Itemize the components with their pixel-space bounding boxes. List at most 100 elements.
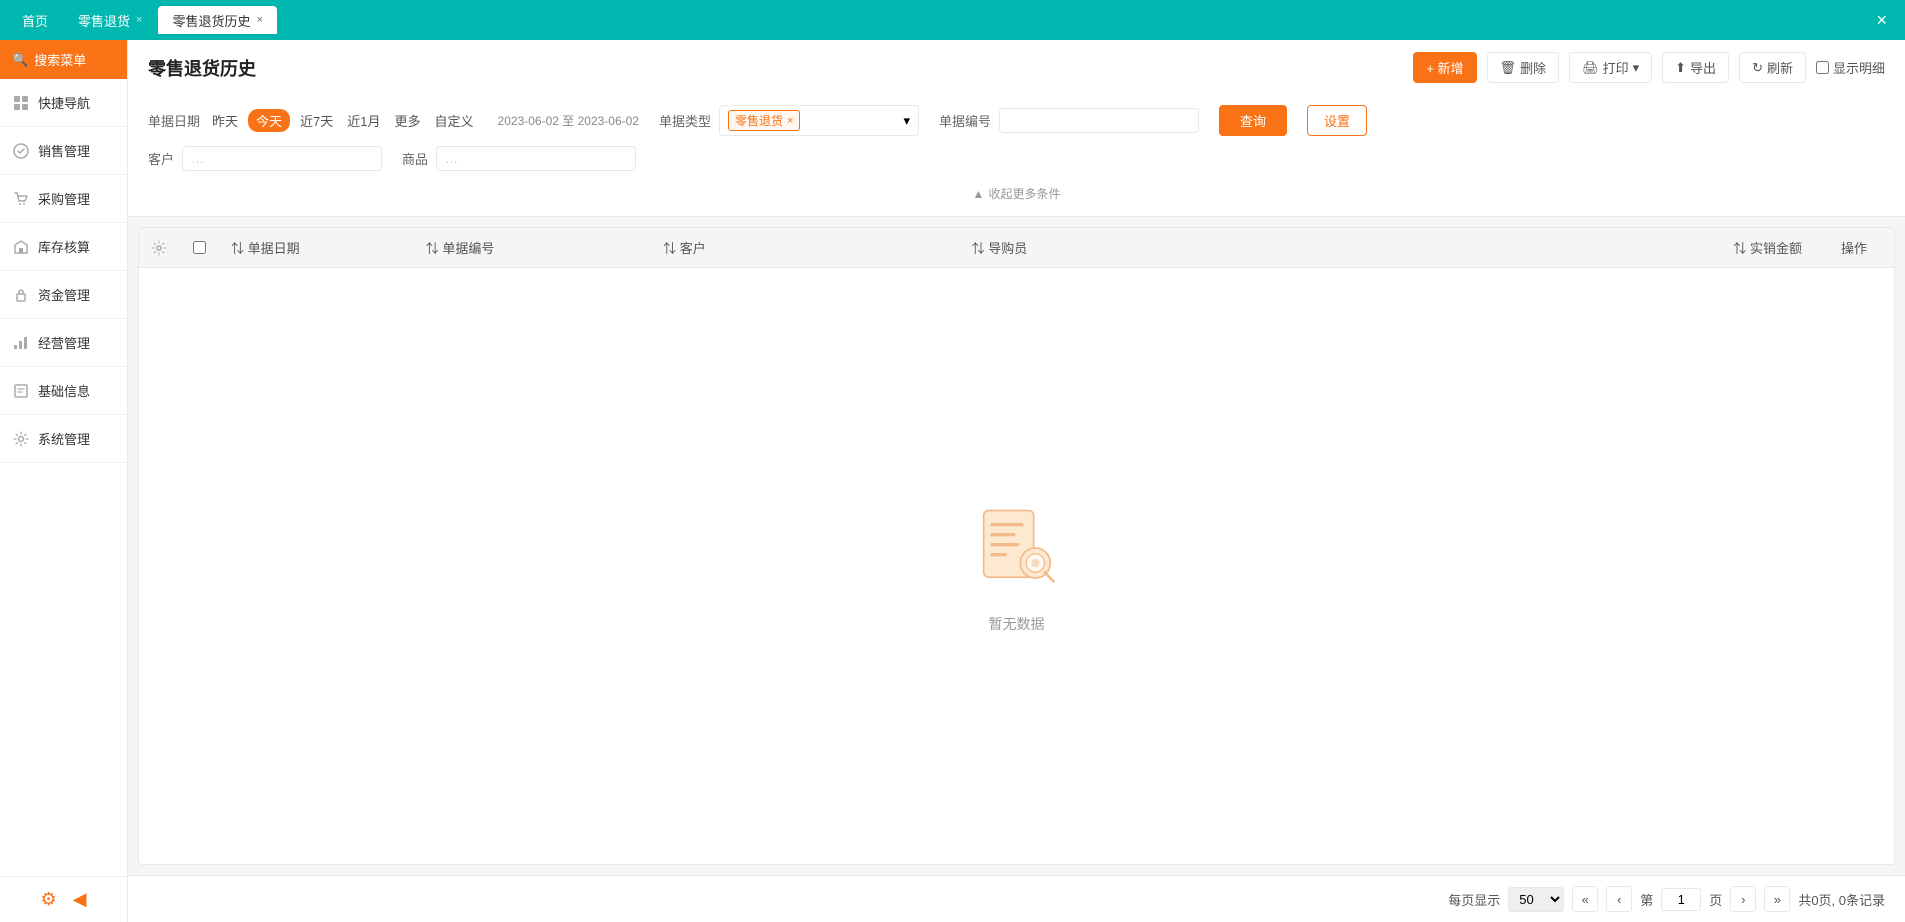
th-guide[interactable]: ⇅ 导购员 — [960, 238, 1197, 257]
th-amount-label: ⇅ 实销金额 — [1733, 238, 1802, 257]
window-close-button[interactable]: × — [1866, 6, 1897, 35]
tab-retail-return-history-close[interactable]: × — [256, 15, 262, 26]
main-layout: 🔍 搜索菜单 快捷导航 销售管理 采购管理 库存核算 — [0, 40, 1905, 922]
th-customer[interactable]: ⇅ 客户 — [651, 238, 960, 257]
export-button-label: 导出 — [1690, 58, 1716, 77]
empty-text: 暂无数据 — [989, 614, 1045, 634]
new-button-label: + 新增 — [1426, 58, 1463, 77]
sidebar-search[interactable]: 🔍 搜索菜单 — [0, 40, 127, 79]
th-number[interactable]: ⇅ 单据编号 — [414, 238, 651, 257]
type-tag: 零售退货 × — [728, 110, 800, 131]
sidebar-item-operation-label: 经营管理 — [38, 333, 90, 352]
tab-home-label: 首页 — [22, 11, 48, 30]
tab-retail-return-history-label: 零售退货历史 — [172, 11, 250, 30]
inventory-icon — [12, 238, 30, 256]
query-button[interactable]: 查询 — [1219, 105, 1287, 136]
th-amount[interactable]: ⇅ 实销金额 — [1648, 238, 1814, 257]
type-select[interactable]: 零售退货 × ▾ — [719, 105, 919, 136]
last-page-button[interactable]: » — [1764, 886, 1790, 912]
print-button[interactable]: 🖨 打印 ▾ — [1569, 52, 1652, 83]
date-more[interactable]: 更多 — [391, 109, 425, 132]
th-action-label: 操作 — [1841, 238, 1867, 257]
settings-bottom-icon[interactable]: ⚙ — [41, 889, 57, 910]
export-icon: ⬆ — [1675, 60, 1686, 76]
collapse-bar[interactable]: ▲ 收起更多条件 — [148, 181, 1885, 206]
goods-filter: 商品 … — [402, 146, 636, 171]
goods-placeholder: … — [445, 151, 458, 166]
settings-button[interactable]: 设置 — [1307, 105, 1367, 136]
tab-home[interactable]: 首页 — [8, 6, 62, 34]
date-1month[interactable]: 近1月 — [343, 109, 384, 132]
page-title-row: 零售退货历史 + 新增 🗑 删除 🖨 打印 ▾ ⬆ — [148, 52, 1885, 83]
prev-page-button[interactable]: ‹ — [1606, 886, 1632, 912]
page-size-label: 每页显示 — [1448, 890, 1500, 909]
collapse-sidebar-icon[interactable]: ◀ — [73, 889, 87, 910]
delete-button[interactable]: 🗑 删除 — [1487, 52, 1560, 83]
print-icon: 🖨 — [1582, 60, 1599, 76]
date-yesterday[interactable]: 昨天 — [208, 109, 242, 132]
show-detail-label: 显示明细 — [1833, 58, 1885, 77]
page-unit: 页 — [1709, 890, 1722, 909]
sidebar-item-quick-nav[interactable]: 快捷导航 — [0, 79, 127, 127]
page-title: 零售退货历史 — [148, 55, 256, 81]
collapse-up-icon: ▲ — [973, 187, 985, 201]
th-number-label: ⇅ 单据编号 — [426, 238, 495, 257]
tab-retail-return[interactable]: 零售退货 × — [64, 6, 156, 34]
number-input[interactable] — [999, 108, 1199, 133]
th-settings[interactable] — [139, 240, 179, 256]
sidebar-item-system-label: 系统管理 — [38, 429, 90, 448]
sidebar-item-system[interactable]: 系统管理 — [0, 415, 127, 463]
search-icon: 🔍 — [12, 52, 28, 68]
delete-button-label: 删除 — [1520, 58, 1546, 77]
export-button[interactable]: ⬆ 导出 — [1662, 52, 1729, 83]
tab-retail-return-history[interactable]: 零售退货历史 × — [158, 6, 276, 34]
new-button[interactable]: + 新增 — [1413, 52, 1476, 83]
sidebar-item-basic[interactable]: 基础信息 — [0, 367, 127, 415]
date-range-display: 2023-06-02 至 2023-06-02 — [498, 112, 639, 129]
next-page-button[interactable]: › — [1730, 886, 1756, 912]
filter-row-1: 单据日期 昨天 今天 近7天 近1月 更多 自定义 2023-06-02 至 2… — [148, 105, 1885, 136]
customer-select[interactable]: … — [182, 146, 382, 171]
goods-select[interactable]: … — [436, 146, 636, 171]
sidebar-bottom: ⚙ ◀ — [0, 876, 127, 922]
empty-illustration — [967, 498, 1067, 598]
date-filter: 单据日期 昨天 今天 近7天 近1月 更多 自定义 — [148, 109, 478, 132]
th-checkbox[interactable] — [179, 241, 219, 254]
refresh-button[interactable]: ↻ 刷新 — [1739, 52, 1806, 83]
sidebar-search-label: 搜索菜单 — [34, 50, 86, 69]
type-tag-label: 零售退货 — [735, 112, 783, 129]
number-filter: 单据编号 — [939, 108, 1199, 133]
goods-filter-label: 商品 — [402, 149, 428, 168]
total-label: 共0页, 0条记录 — [1798, 890, 1885, 909]
show-detail-input[interactable] — [1816, 61, 1829, 74]
type-filter-label: 单据类型 — [659, 111, 711, 130]
select-all-checkbox[interactable] — [193, 241, 206, 254]
th-customer-label: ⇅ 客户 — [663, 238, 706, 257]
first-page-button[interactable]: « — [1572, 886, 1598, 912]
print-button-label: 打印 — [1603, 58, 1629, 77]
date-7days[interactable]: 近7天 — [296, 109, 337, 132]
sidebar-item-sales[interactable]: 销售管理 — [0, 127, 127, 175]
th-date[interactable]: ⇅ 单据日期 — [219, 238, 414, 257]
sidebar-item-operation[interactable]: 经营管理 — [0, 319, 127, 367]
empty-state: 暂无数据 — [139, 268, 1894, 864]
page-number-input[interactable] — [1661, 888, 1701, 911]
collapse-label: 收起更多条件 — [988, 185, 1060, 202]
filter-row-2: 客户 … 商品 … — [148, 146, 1885, 171]
sidebar-item-inventory[interactable]: 库存核算 — [0, 223, 127, 271]
type-select-chevron: ▾ — [903, 113, 910, 129]
type-tag-close[interactable]: × — [787, 115, 793, 127]
date-today[interactable]: 今天 — [248, 109, 290, 132]
main-content: 零售退货历史 + 新增 🗑 删除 🖨 打印 ▾ ⬆ — [128, 40, 1905, 922]
th-guide-label: ⇅ 导购员 — [972, 238, 1028, 257]
sidebar-item-finance[interactable]: 资金管理 — [0, 271, 127, 319]
top-bar: 首页 零售退货 × 零售退货历史 × × — [0, 0, 1905, 40]
sales-icon — [12, 142, 30, 160]
tab-retail-return-close[interactable]: × — [136, 15, 142, 26]
show-detail-checkbox[interactable]: 显示明细 — [1816, 58, 1885, 77]
finance-icon — [12, 286, 30, 304]
page-size-select[interactable]: 50 10 20 100 — [1508, 887, 1564, 912]
date-custom[interactable]: 自定义 — [431, 109, 478, 132]
sidebar-item-purchase[interactable]: 采购管理 — [0, 175, 127, 223]
date-shortcuts: 昨天 今天 近7天 近1月 更多 自定义 — [208, 109, 478, 132]
